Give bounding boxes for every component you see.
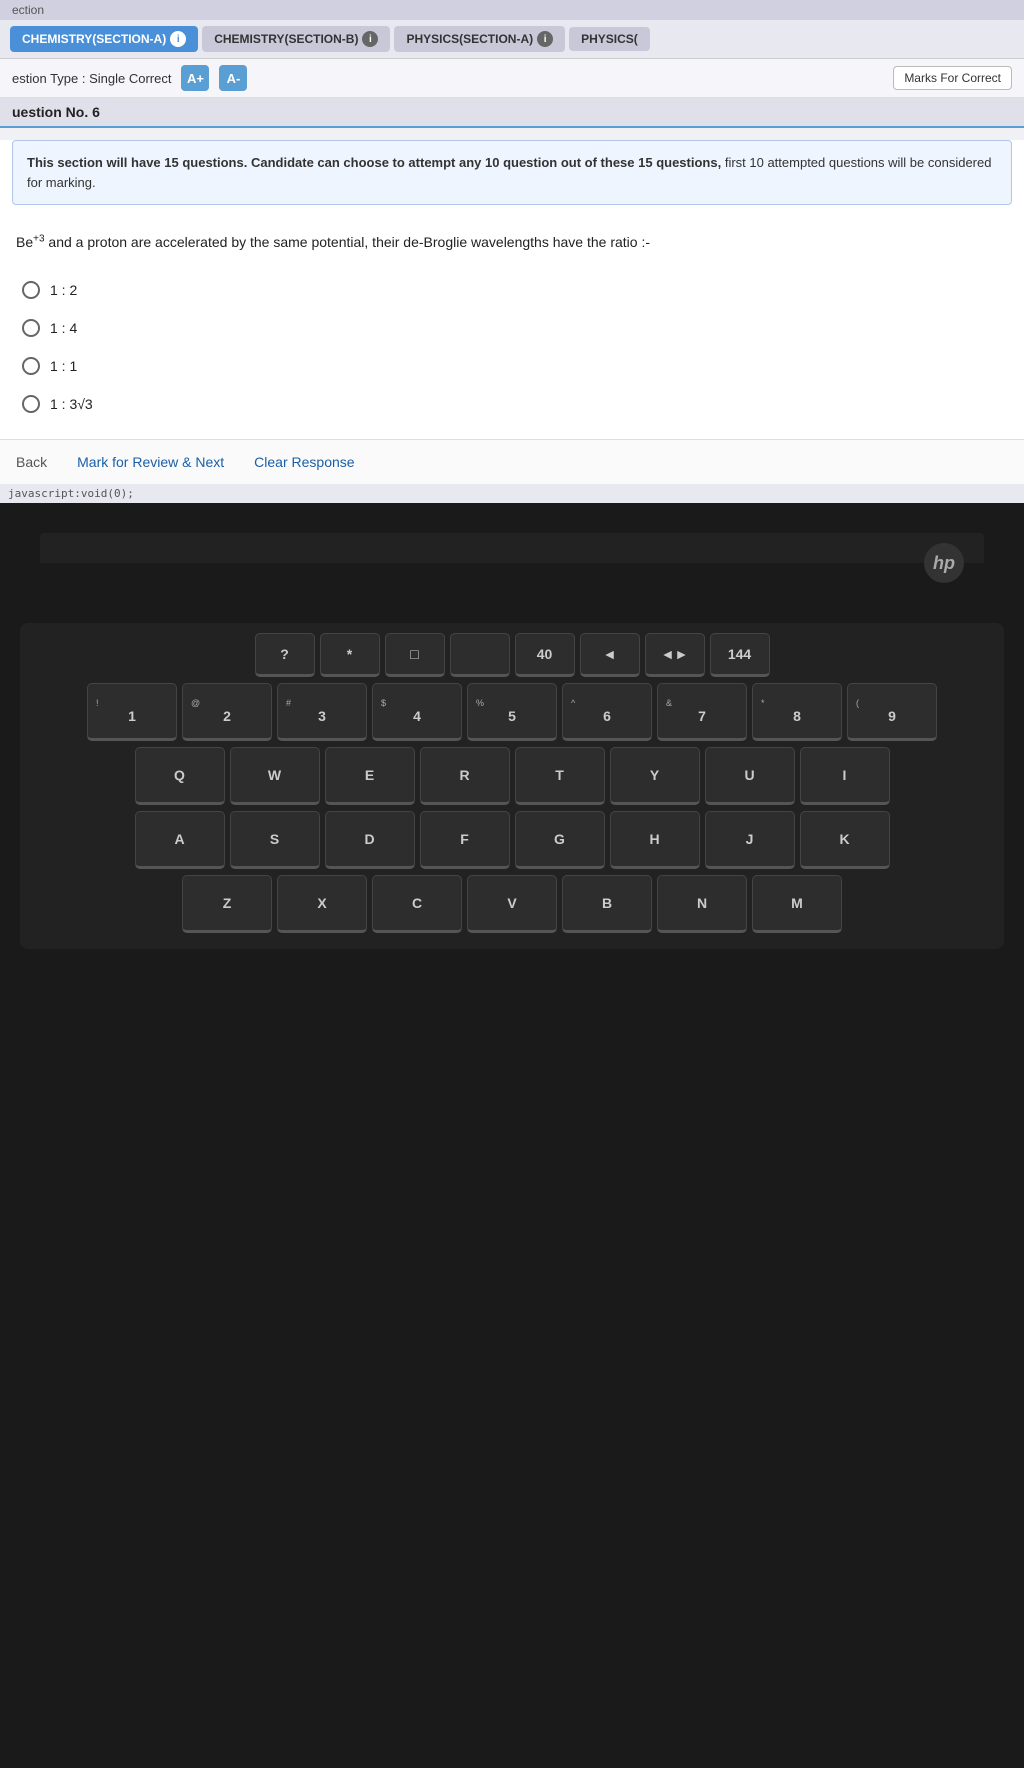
option-a-radio[interactable] xyxy=(22,281,40,299)
option-c[interactable]: 1 : 1 xyxy=(16,347,1008,385)
key-d[interactable]: D xyxy=(325,811,415,869)
section-info-box: This section will have 15 questions. Can… xyxy=(12,140,1012,205)
question-number-bar: uestion No. 6 xyxy=(0,98,1024,128)
info-icon-chemistry-a[interactable]: i xyxy=(170,31,186,47)
key-back[interactable]: ◄ xyxy=(580,633,640,677)
option-a[interactable]: 1 : 2 xyxy=(16,271,1008,309)
option-b-radio[interactable] xyxy=(22,319,40,337)
key-h[interactable]: H xyxy=(610,811,700,869)
key-e[interactable]: E xyxy=(325,747,415,805)
main-content: This section will have 15 questions. Can… xyxy=(0,140,1024,484)
number-key-row: ! 1 @ 2 # 3 $ 4 % 5 ^ 6 xyxy=(28,683,996,741)
key-j[interactable]: J xyxy=(705,811,795,869)
option-d-radio[interactable] xyxy=(22,395,40,413)
key-t[interactable]: T xyxy=(515,747,605,805)
url-bar: javascript:void(0); xyxy=(0,484,1024,503)
key-8[interactable]: * 8 xyxy=(752,683,842,741)
option-c-radio[interactable] xyxy=(22,357,40,375)
key-square[interactable]: □ xyxy=(385,633,445,677)
tab-chemistry-a[interactable]: CHEMISTRY(SECTION-A) i xyxy=(10,26,198,52)
keyboard: ? * □ 40 ◄ ◄► 144 xyxy=(20,623,1004,949)
key-3[interactable]: # 3 xyxy=(277,683,367,741)
option-c-text: 1 : 1 xyxy=(50,358,77,374)
laptop-screen: ection CHEMISTRY(SECTION-A) i CHEMISTRY(… xyxy=(0,0,1024,503)
action-bar: Back Mark for Review & Next Clear Respon… xyxy=(0,439,1024,484)
key-asterisk[interactable]: * xyxy=(320,633,380,677)
key-2[interactable]: @ 2 xyxy=(182,683,272,741)
info-icon-chemistry-b[interactable]: i xyxy=(362,31,378,47)
key-skip[interactable]: 144 xyxy=(710,633,770,677)
key-4[interactable]: $ 4 xyxy=(372,683,462,741)
font-decrease-button[interactable]: A- xyxy=(219,65,247,91)
key-s[interactable]: S xyxy=(230,811,320,869)
key-forward[interactable]: ◄► xyxy=(645,633,705,677)
key-u[interactable]: U xyxy=(705,747,795,805)
option-b[interactable]: 1 : 4 xyxy=(16,309,1008,347)
tab-chemistry-b[interactable]: CHEMISTRY(SECTION-B) i xyxy=(202,26,390,52)
asdf-key-row: A S D F G H J K xyxy=(28,811,996,869)
hp-logo: hp xyxy=(924,543,964,583)
key-g[interactable]: G xyxy=(515,811,605,869)
key-v[interactable]: V xyxy=(467,875,557,933)
key-7[interactable]: & 7 xyxy=(657,683,747,741)
key-c[interactable]: C xyxy=(372,875,462,933)
key-5[interactable]: % 5 xyxy=(467,683,557,741)
key-fn[interactable]: ? xyxy=(255,633,315,677)
qwerty-key-row: Q W E R T Y U I xyxy=(28,747,996,805)
key-m[interactable]: M xyxy=(752,875,842,933)
options-container: 1 : 2 1 : 4 1 : 1 1 : 3√3 xyxy=(0,263,1024,439)
marks-correct-button[interactable]: Marks For Correct xyxy=(893,66,1012,90)
key-a[interactable]: A xyxy=(135,811,225,869)
key-empty1[interactable] xyxy=(450,633,510,677)
key-9[interactable]: ( 9 xyxy=(847,683,937,741)
back-button[interactable]: Back xyxy=(16,454,47,470)
tab-physics[interactable]: PHYSICS( xyxy=(569,27,650,51)
section-label: ection xyxy=(0,0,1024,20)
key-6[interactable]: ^ 6 xyxy=(562,683,652,741)
info-icon-physics-a[interactable]: i xyxy=(537,31,553,47)
question-text: Be+3 and a proton are accelerated by the… xyxy=(0,217,1024,263)
key-x[interactable]: X xyxy=(277,875,367,933)
option-d[interactable]: 1 : 3√3 xyxy=(16,385,1008,423)
option-d-text: 1 : 3√3 xyxy=(50,396,93,412)
key-f[interactable]: F xyxy=(420,811,510,869)
key-q[interactable]: Q xyxy=(135,747,225,805)
option-a-text: 1 : 2 xyxy=(50,282,77,298)
key-r[interactable]: R xyxy=(420,747,510,805)
question-type-label: estion Type : Single Correct xyxy=(12,71,171,86)
tab-physics-a[interactable]: PHYSICS(SECTION-A) i xyxy=(394,26,565,52)
key-k[interactable]: K xyxy=(800,811,890,869)
nav-tabs-bar: CHEMISTRY(SECTION-A) i CHEMISTRY(SECTION… xyxy=(0,20,1024,59)
question-type-bar: estion Type : Single Correct A+ A- Marks… xyxy=(0,59,1024,98)
option-b-text: 1 : 4 xyxy=(50,320,77,336)
keyboard-area: hp ? * □ 40 ◄ ◄► xyxy=(0,503,1024,969)
key-z[interactable]: Z xyxy=(182,875,272,933)
zxcv-key-row: Z X C V B N M xyxy=(28,875,996,933)
key-volume[interactable]: 40 xyxy=(515,633,575,677)
key-n[interactable]: N xyxy=(657,875,747,933)
key-1[interactable]: ! 1 xyxy=(87,683,177,741)
fn-key-row: ? * □ 40 ◄ ◄► 144 xyxy=(28,633,996,677)
key-y[interactable]: Y xyxy=(610,747,700,805)
key-b[interactable]: B xyxy=(562,875,652,933)
key-w[interactable]: W xyxy=(230,747,320,805)
mark-review-button[interactable]: Mark for Review & Next xyxy=(77,454,224,470)
key-i[interactable]: I xyxy=(800,747,890,805)
font-increase-button[interactable]: A+ xyxy=(181,65,209,91)
clear-response-button[interactable]: Clear Response xyxy=(254,454,354,470)
trackpad-top xyxy=(40,533,984,563)
